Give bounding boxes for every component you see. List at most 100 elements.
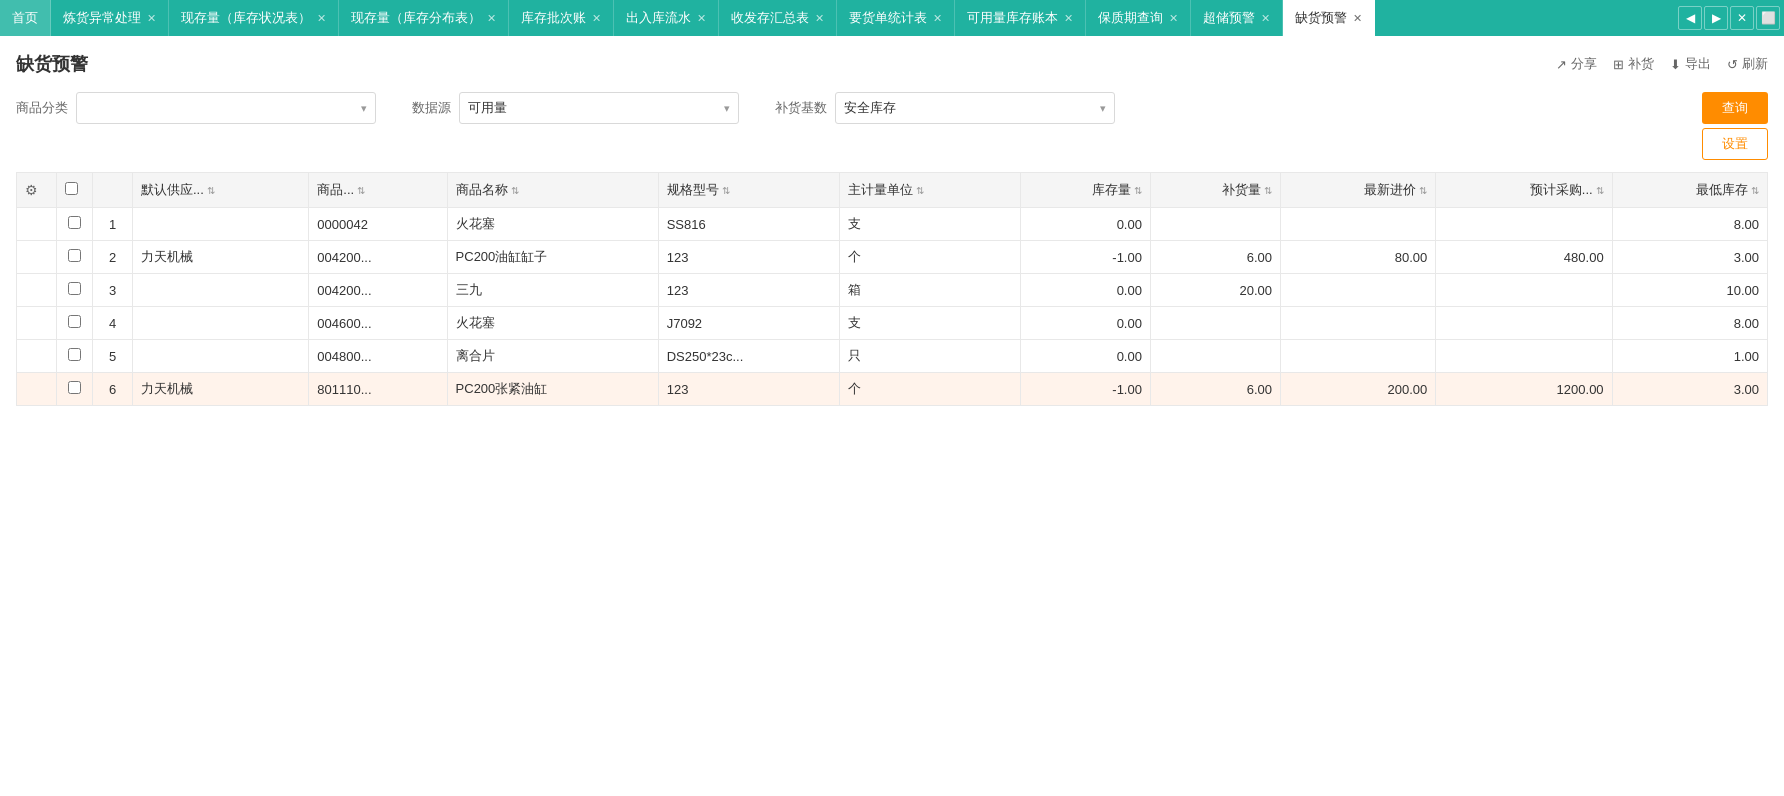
cell-checkbox[interactable]: [57, 373, 93, 406]
cell-stock: -1.00: [1020, 241, 1150, 274]
tab-stock-dist[interactable]: 现存量（库存分布表） ✕: [339, 0, 509, 36]
refresh-button[interactable]: ↺ 刷新: [1727, 55, 1768, 73]
tab-order-stat[interactable]: 要货单统计表 ✕: [837, 0, 955, 36]
row-checkbox[interactable]: [68, 216, 81, 229]
row-checkbox[interactable]: [68, 315, 81, 328]
close-icon[interactable]: ✕: [1353, 12, 1362, 25]
sort-icon: ⇅: [916, 185, 924, 196]
th-latest-price[interactable]: 最新进价 ⇅: [1280, 173, 1435, 208]
th-settings[interactable]: ⚙: [17, 173, 57, 208]
close-icon[interactable]: ✕: [933, 12, 942, 25]
cell-min-stock: 1.00: [1612, 340, 1767, 373]
tab-overstock[interactable]: 超储预警 ✕: [1191, 0, 1283, 36]
query-button[interactable]: 查询: [1702, 92, 1768, 124]
cell-stock: -1.00: [1020, 373, 1150, 406]
close-icon[interactable]: ✕: [1261, 12, 1270, 25]
tab-flow[interactable]: 出入库流水 ✕: [614, 0, 719, 36]
tab-shortage[interactable]: 缺货预警 ✕: [1283, 0, 1375, 36]
th-supplier[interactable]: 默认供应... ⇅: [133, 173, 309, 208]
close-icon[interactable]: ✕: [1169, 12, 1178, 25]
refresh-icon: ↺: [1727, 57, 1738, 72]
sort-code[interactable]: 商品... ⇅: [317, 181, 365, 199]
sort-replenish[interactable]: 补货量 ⇅: [1222, 181, 1272, 199]
cell-settings: [17, 208, 57, 241]
cell-unit: 个: [840, 241, 1021, 274]
tab-batch[interactable]: 库存批次账 ✕: [509, 0, 614, 36]
replenish-button[interactable]: ⊞ 补货: [1613, 55, 1654, 73]
cell-unit: 个: [840, 373, 1021, 406]
cell-checkbox[interactable]: [57, 307, 93, 340]
sort-planned-purchase[interactable]: 预计采购... ⇅: [1530, 181, 1604, 199]
sort-unit[interactable]: 主计量单位 ⇅: [848, 181, 924, 199]
sort-latest-price[interactable]: 最新进价 ⇅: [1364, 181, 1427, 199]
tab-close-button[interactable]: ✕: [1730, 6, 1754, 30]
sort-spec[interactable]: 规格型号 ⇅: [667, 181, 730, 199]
th-checkbox[interactable]: [57, 173, 93, 208]
row-checkbox[interactable]: [68, 282, 81, 295]
tab-receive[interactable]: 收发存汇总表 ✕: [719, 0, 837, 36]
sort-name[interactable]: 商品名称 ⇅: [456, 181, 519, 199]
th-code[interactable]: 商品... ⇅: [309, 173, 447, 208]
close-icon[interactable]: ✕: [815, 12, 824, 25]
category-select[interactable]: ▾: [76, 92, 376, 124]
close-icon[interactable]: ✕: [1064, 12, 1073, 25]
th-unit[interactable]: 主计量单位 ⇅: [840, 173, 1021, 208]
datasource-filter: 数据源 可用量 ▾: [412, 92, 739, 124]
row-checkbox[interactable]: [68, 348, 81, 361]
close-icon[interactable]: ✕: [147, 12, 156, 25]
cell-settings: [17, 241, 57, 274]
tab-expiry[interactable]: 保质期查询 ✕: [1086, 0, 1191, 36]
cell-planned-purchase: [1436, 208, 1612, 241]
th-stock[interactable]: 库存量 ⇅: [1020, 173, 1150, 208]
cell-checkbox[interactable]: [57, 340, 93, 373]
cell-latest-price: [1280, 208, 1435, 241]
cell-planned-purchase: [1436, 340, 1612, 373]
export-button[interactable]: ⬇ 导出: [1670, 55, 1711, 73]
tab-abnormal[interactable]: 炼货异常处理 ✕: [51, 0, 169, 36]
cell-checkbox[interactable]: [57, 274, 93, 307]
settings-icon[interactable]: ⚙: [25, 182, 38, 198]
row-checkbox[interactable]: [68, 249, 81, 262]
cell-spec: 123: [658, 274, 840, 307]
cell-stock: 0.00: [1020, 340, 1150, 373]
cell-name: 火花塞: [447, 208, 658, 241]
cell-spec: J7092: [658, 307, 840, 340]
tab-available[interactable]: 可用量库存账本 ✕: [955, 0, 1086, 36]
tab-prev-button[interactable]: ◀: [1678, 6, 1702, 30]
replenish-basis-select[interactable]: 安全库存 ▾: [835, 92, 1115, 124]
cell-min-stock: 3.00: [1612, 241, 1767, 274]
cell-num: 5: [93, 340, 133, 373]
share-button[interactable]: ↗ 分享: [1556, 55, 1597, 73]
cell-min-stock: 8.00: [1612, 208, 1767, 241]
sort-stock[interactable]: 库存量 ⇅: [1092, 181, 1142, 199]
tab-home[interactable]: 首页: [0, 0, 51, 36]
select-all-checkbox[interactable]: [65, 182, 78, 195]
page-content: 缺货预警 ↗ 分享 ⊞ 补货 ⬇ 导出 ↺ 刷新 商品分类: [0, 36, 1784, 796]
cell-checkbox[interactable]: [57, 241, 93, 274]
row-checkbox[interactable]: [68, 381, 81, 394]
tab-maximize-button[interactable]: ⬜: [1756, 6, 1780, 30]
cell-stock: 0.00: [1020, 208, 1150, 241]
header-actions: ↗ 分享 ⊞ 补货 ⬇ 导出 ↺ 刷新: [1556, 55, 1768, 73]
filter-buttons: 查询 设置: [1702, 92, 1768, 160]
close-icon[interactable]: ✕: [592, 12, 601, 25]
datasource-select[interactable]: 可用量 ▾: [459, 92, 739, 124]
cell-code: 004200...: [309, 241, 447, 274]
sort-min-stock[interactable]: 最低库存 ⇅: [1696, 181, 1759, 199]
tab-next-button[interactable]: ▶: [1704, 6, 1728, 30]
th-replenish[interactable]: 补货量 ⇅: [1150, 173, 1280, 208]
close-icon[interactable]: ✕: [317, 12, 326, 25]
cell-checkbox[interactable]: [57, 208, 93, 241]
tab-stock-status[interactable]: 现存量（库存状况表） ✕: [169, 0, 339, 36]
th-spec[interactable]: 规格型号 ⇅: [658, 173, 840, 208]
close-icon[interactable]: ✕: [487, 12, 496, 25]
th-name[interactable]: 商品名称 ⇅: [447, 173, 658, 208]
sort-icon: ⇅: [207, 185, 215, 196]
settings-button[interactable]: 设置: [1702, 128, 1768, 160]
th-planned-purchase[interactable]: 预计采购... ⇅: [1436, 173, 1612, 208]
replenish-basis-label: 补货基数: [775, 99, 827, 117]
close-icon[interactable]: ✕: [697, 12, 706, 25]
sort-icon: ⇅: [511, 185, 519, 196]
sort-supplier[interactable]: 默认供应... ⇅: [141, 181, 215, 199]
th-min-stock[interactable]: 最低库存 ⇅: [1612, 173, 1767, 208]
